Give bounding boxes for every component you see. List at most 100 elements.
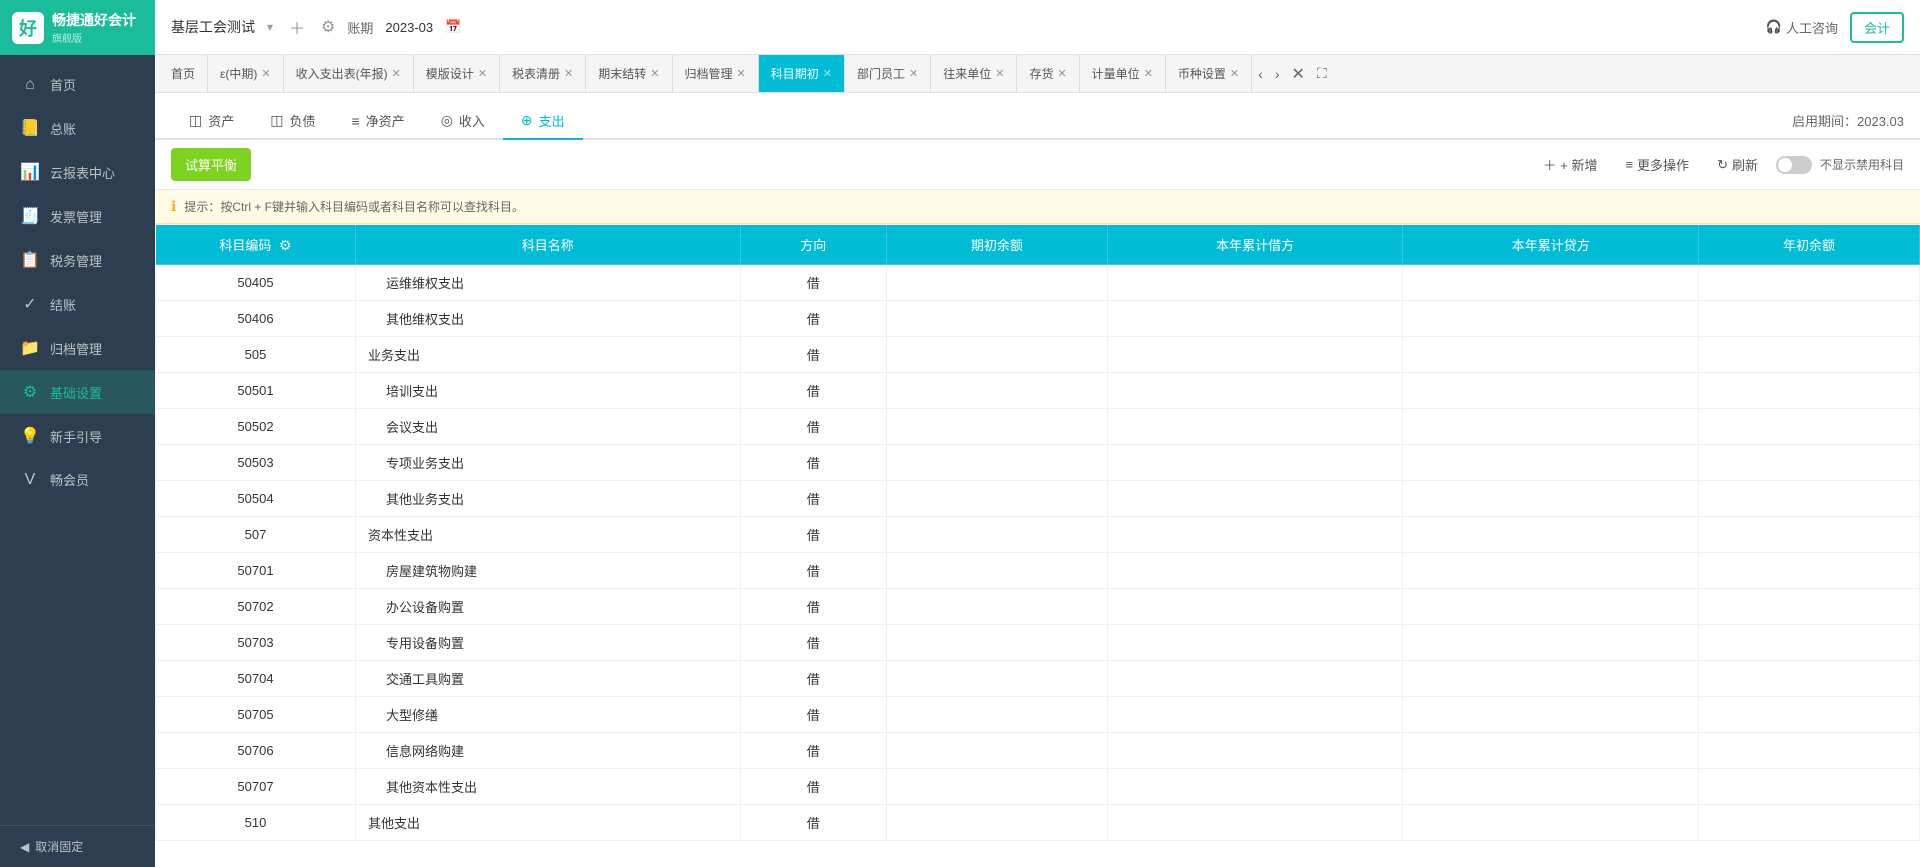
sidebar-item-member[interactable]: V 畅会员 bbox=[0, 458, 155, 501]
tab-close-btn[interactable]: ✕ bbox=[995, 67, 1004, 80]
cell-code: 50504 bbox=[156, 481, 356, 517]
table-row[interactable]: 50504其他业务支出借 bbox=[156, 481, 1920, 517]
account-btn[interactable]: 会计 bbox=[1850, 12, 1904, 43]
sub-tab-liability[interactable]: ◫ 负债 bbox=[252, 103, 333, 140]
tab-period-end[interactable]: 期末结转 ✕ bbox=[586, 55, 672, 93]
project-settings-btn[interactable]: ⚙ bbox=[321, 17, 335, 37]
tab-close-btn[interactable]: ✕ bbox=[261, 67, 270, 80]
tab-template[interactable]: 模版设计 ✕ bbox=[414, 55, 500, 93]
tab-close-btn[interactable]: ✕ bbox=[1144, 67, 1153, 80]
cell-direction: 借 bbox=[740, 733, 886, 769]
tab-income[interactable]: 收入支出表(年报) ✕ bbox=[284, 55, 414, 93]
cell-code: 50705 bbox=[156, 697, 356, 733]
sidebar-item-ledger[interactable]: 📒 总账 bbox=[0, 106, 155, 150]
cell-ytd-credit bbox=[1403, 265, 1699, 301]
tab-close-btn[interactable]: ✕ bbox=[564, 67, 573, 80]
cell-name: 办公设备购置 bbox=[356, 589, 741, 625]
cell-year-opening bbox=[1698, 301, 1919, 337]
sub-tab-expense[interactable]: ⊕ 支出 bbox=[503, 103, 583, 140]
sub-tab-asset[interactable]: ◫ 资产 bbox=[171, 103, 252, 140]
calendar-icon[interactable]: 📅 bbox=[445, 19, 461, 35]
tab-label: 首页 bbox=[171, 65, 195, 82]
sidebar-item-guide[interactable]: 💡 新手引导 bbox=[0, 414, 155, 458]
cell-code: 50503 bbox=[156, 445, 356, 481]
liability-icon: ◫ bbox=[270, 112, 283, 129]
sidebar-collapse-btn[interactable]: ◀ 取消固定 bbox=[0, 825, 155, 867]
table-row[interactable]: 50503专项业务支出借 bbox=[156, 445, 1920, 481]
refresh-btn[interactable]: ↻ 刷新 bbox=[1707, 149, 1768, 180]
archive-icon: 📁 bbox=[20, 338, 40, 358]
tab-close-all-btn[interactable]: ✕ bbox=[1285, 64, 1310, 84]
table-row[interactable]: 50704交通工具购置借 bbox=[156, 661, 1920, 697]
add-project-btn[interactable]: ＋ bbox=[285, 15, 309, 39]
member-icon: V bbox=[20, 471, 40, 489]
table-row[interactable]: 50502会议支出借 bbox=[156, 409, 1920, 445]
table-row[interactable]: 510其他支出借 bbox=[156, 805, 1920, 841]
tab-tax[interactable]: 税表清册 ✕ bbox=[500, 55, 586, 93]
tab-archive[interactable]: 归档管理 ✕ bbox=[673, 55, 759, 93]
tab-prev-btn[interactable]: ‹ bbox=[1252, 66, 1269, 82]
sub-tab-net-asset[interactable]: ≡ 净资产 bbox=[334, 103, 423, 140]
tab-bs[interactable]: ε(中期) ✕ bbox=[208, 55, 284, 93]
cell-name: 专用设备购置 bbox=[356, 625, 741, 661]
table-row[interactable]: 50406其他维权支出借 bbox=[156, 301, 1920, 337]
tab-close-btn[interactable]: ✕ bbox=[478, 67, 487, 80]
invoice-icon: 🧾 bbox=[20, 206, 40, 226]
sidebar-item-invoice[interactable]: 🧾 发票管理 bbox=[0, 194, 155, 238]
cell-code: 507 bbox=[156, 517, 356, 553]
table-row[interactable]: 50702办公设备购置借 bbox=[156, 589, 1920, 625]
table-row[interactable]: 505业务支出借 bbox=[156, 337, 1920, 373]
tab-expand-btn[interactable]: ⛶ bbox=[1311, 65, 1333, 82]
disable-toggle[interactable] bbox=[1776, 156, 1812, 174]
sidebar-item-reports[interactable]: 📊 云报表中心 bbox=[0, 150, 155, 194]
collapse-label: 取消固定 bbox=[35, 838, 83, 855]
add-btn[interactable]: ＋ + 新增 bbox=[1533, 149, 1607, 180]
sidebar-item-settings[interactable]: ⚙ 基础设置 bbox=[0, 370, 155, 414]
tab-home[interactable]: 首页 bbox=[159, 55, 208, 93]
col-settings-icon[interactable]: ⚙ bbox=[279, 237, 292, 253]
tab-close-btn[interactable]: ✕ bbox=[650, 67, 659, 80]
cell-name: 专项业务支出 bbox=[356, 445, 741, 481]
more-icon: ≡ bbox=[1625, 157, 1633, 172]
cell-ytd-credit bbox=[1403, 661, 1699, 697]
support-btn[interactable]: 🎧 人工咨询 bbox=[1766, 18, 1838, 37]
subject-table: 科目编码 ⚙ 科目名称 方向 期初余额 本年累计借方 本年累计贷方 年初余额 5… bbox=[155, 224, 1920, 841]
tab-measure[interactable]: 计量单位 ✕ bbox=[1080, 55, 1166, 93]
table-row[interactable]: 50703专用设备购置借 bbox=[156, 625, 1920, 661]
tab-next-btn[interactable]: › bbox=[1269, 66, 1286, 82]
table-row[interactable]: 507资本性支出借 bbox=[156, 517, 1920, 553]
cell-ytd-credit bbox=[1403, 481, 1699, 517]
tab-close-btn[interactable]: ✕ bbox=[1057, 67, 1066, 80]
more-operations-btn[interactable]: ≡ 更多操作 bbox=[1615, 149, 1699, 180]
tab-currency[interactable]: 币种设置 ✕ bbox=[1166, 55, 1252, 93]
table-row[interactable]: 50701房屋建筑物购建借 bbox=[156, 553, 1920, 589]
table-row[interactable]: 50706信息网络购建借 bbox=[156, 733, 1920, 769]
cell-ytd-credit bbox=[1403, 517, 1699, 553]
sidebar-item-tax[interactable]: 📋 税务管理 bbox=[0, 238, 155, 282]
tab-close-btn[interactable]: ✕ bbox=[823, 67, 832, 80]
collapse-icon: ◀ bbox=[20, 840, 29, 854]
project-dropdown-arrow[interactable]: ▾ bbox=[267, 20, 273, 34]
sidebar-item-closing[interactable]: ✓ 结账 bbox=[0, 282, 155, 326]
tab-close-btn[interactable]: ✕ bbox=[1230, 67, 1239, 80]
sidebar-item-archive[interactable]: 📁 归档管理 bbox=[0, 326, 155, 370]
tab-dept[interactable]: 部门员工 ✕ bbox=[845, 55, 931, 93]
balance-btn[interactable]: 试算平衡 bbox=[171, 148, 251, 181]
table-row[interactable]: 50705大型修缮借 bbox=[156, 697, 1920, 733]
project-name: 基层工会测试 bbox=[171, 17, 255, 37]
tab-subject-period[interactable]: 科目期初 ✕ bbox=[759, 55, 845, 93]
cell-code: 50701 bbox=[156, 553, 356, 589]
cell-ytd-debit bbox=[1107, 301, 1403, 337]
cell-opening bbox=[886, 769, 1107, 805]
sidebar-item-home[interactable]: ⌂ 首页 bbox=[0, 63, 155, 106]
table-row[interactable]: 50501培训支出借 bbox=[156, 373, 1920, 409]
tab-inventory[interactable]: 存货 ✕ bbox=[1017, 55, 1079, 93]
table-row[interactable]: 50707其他资本性支出借 bbox=[156, 769, 1920, 805]
tab-close-btn[interactable]: ✕ bbox=[392, 67, 401, 80]
tab-units[interactable]: 往来单位 ✕ bbox=[931, 55, 1017, 93]
tab-close-btn[interactable]: ✕ bbox=[909, 67, 918, 80]
tab-close-btn[interactable]: ✕ bbox=[737, 67, 746, 80]
table-row[interactable]: 50405运维维权支出借 bbox=[156, 265, 1920, 301]
col-header-name: 科目名称 bbox=[356, 225, 741, 265]
sub-tab-income[interactable]: ◎ 收入 bbox=[423, 103, 503, 140]
